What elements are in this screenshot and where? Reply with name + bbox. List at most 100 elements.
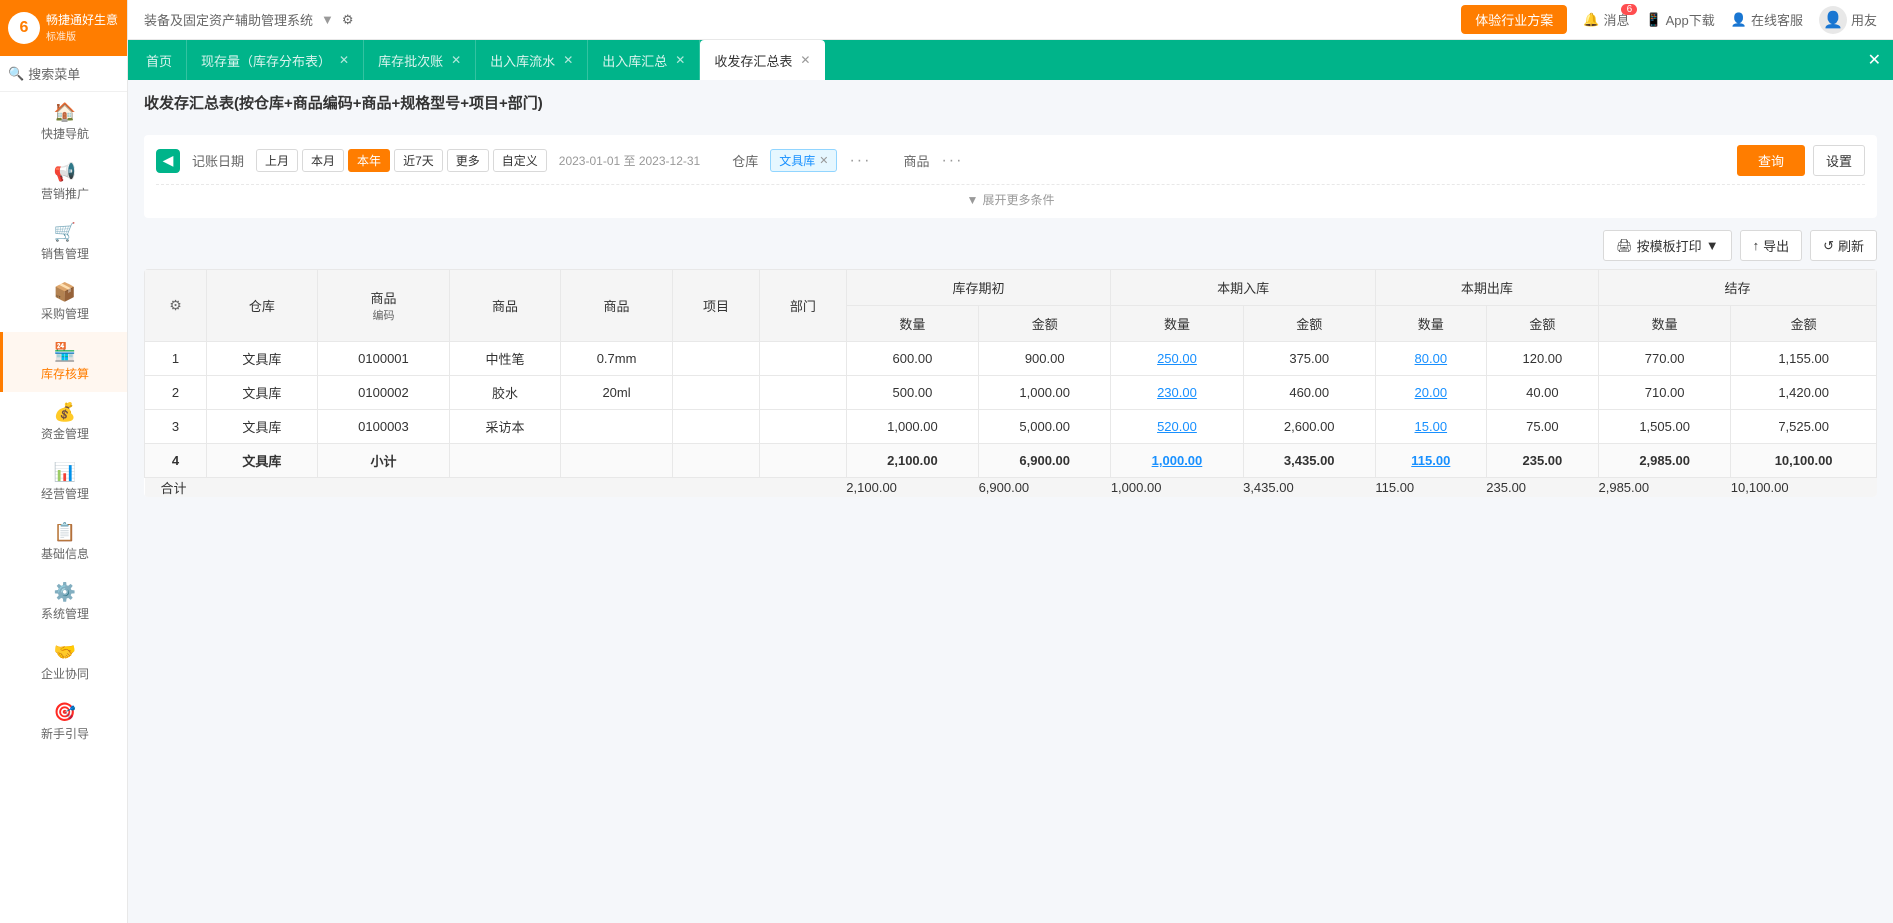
col-header-in-amt: 金额 [1243,306,1375,342]
user-label: 用友 [1851,10,1877,29]
row-open-amt: 5,000.00 [979,410,1111,444]
row-out-qty[interactable]: 15.00 [1375,410,1486,444]
printer-icon: 🖨 [1616,238,1633,254]
expand-label: 展开更多条件 [982,191,1054,208]
download-label: App下载 [1666,10,1715,29]
table-settings-icon[interactable]: ⚙ [169,297,182,313]
basic-icon: 📋 [54,522,76,543]
col-header-in: 本期入库 [1111,270,1376,306]
sidebar-item-inventory[interactable]: 🏪 库存核算 [0,332,127,392]
tab-close-icon[interactable]: ✕ [451,53,461,67]
export-label: 导出 [1763,236,1789,255]
filter-collapse-btn[interactable]: ◀ [156,149,180,173]
tab-flow[interactable]: 出入库流水 ✕ [476,40,588,80]
download-btn[interactable]: 📱 App下载 [1645,10,1714,29]
goods-more-dots[interactable]: ··· [941,152,963,170]
row-close-amt: 1,420.00 [1731,376,1877,410]
date-btn-custom[interactable]: 自定义 [493,149,547,172]
tab-summary[interactable]: 出入库汇总 ✕ [588,40,700,80]
total-out-qty: 115.00 [1375,478,1486,498]
total-in-amt: 3,435.00 [1243,478,1375,498]
toolbar: 🖨 按模板打印 ▼ ↑ 导出 ↺ 刷新 [144,230,1877,261]
experience-btn[interactable]: 体验行业方案 [1461,5,1567,34]
sidebar-item-system[interactable]: ⚙️ 系统管理 [0,572,127,632]
tab-home[interactable]: 首页 [132,40,187,80]
print-label: 按模板打印 [1637,236,1702,255]
settings-btn[interactable]: 设置 [1813,145,1865,176]
col-header-project: 项目 [673,270,760,342]
refresh-label: 刷新 [1838,236,1864,255]
tab-stock[interactable]: 现存量（库存分布表） ✕ [187,40,364,80]
bell-icon: 🔔 [1583,12,1599,28]
sidebar-item-guide[interactable]: 🎯 新手引导 [0,692,127,752]
tab-close-icon[interactable]: ✕ [563,53,573,67]
page-content: 收发存汇总表(按仓库+商品编码+商品+规格型号+项目+部门) ◀ 记账日期 上月… [128,80,1893,923]
tab-label: 库存批次账 [378,51,443,70]
row-in-qty[interactable]: 250.00 [1111,342,1243,376]
row-warehouse: 文具库 [206,410,317,444]
query-btn[interactable]: 查询 [1737,145,1805,176]
user-btn[interactable]: 👤 用友 [1819,6,1877,34]
refresh-btn[interactable]: ↺ 刷新 [1810,230,1877,261]
sidebar-item-quick[interactable]: 🏠 快捷导航 [0,92,127,152]
tab-close-icon[interactable]: ✕ [800,53,810,67]
notice-btn[interactable]: 🔔 消息 6 [1583,10,1629,29]
date-filter-label: 记账日期 [192,151,244,170]
row-no: 1 [145,342,207,376]
sidebar-item-purchase[interactable]: 📦 采购管理 [0,272,127,332]
phone-icon: 📱 [1645,12,1661,28]
tab-bar-close-icon[interactable]: ✕ [1860,50,1889,70]
row-spec [560,410,672,444]
export-btn[interactable]: ↑ 导出 [1740,230,1803,261]
sidebar-item-label: 营销推广 [41,185,89,202]
sidebar-item-label: 系统管理 [41,605,89,622]
search-menu[interactable]: 🔍 搜索菜单 [0,56,127,92]
tab-close-icon[interactable]: ✕ [675,53,685,67]
sidebar-item-marketing[interactable]: 📢 营销推广 [0,152,127,212]
date-btn-this-year[interactable]: 本年 [348,149,390,172]
col-header-settings[interactable]: ⚙ [145,270,207,342]
row-in-qty[interactable]: 230.00 [1111,376,1243,410]
row-out-qty[interactable]: 80.00 [1375,342,1486,376]
sidebar-item-operation[interactable]: 📊 经营管理 [0,452,127,512]
row-out-amt: 120.00 [1486,342,1598,376]
row-open-amt: 1,000.00 [979,376,1111,410]
sidebar-item-finance[interactable]: 💰 资金管理 [0,392,127,452]
warehouse-more-dots[interactable]: ··· [849,152,871,170]
sub-out-qty[interactable]: 115.00 [1375,444,1486,478]
sidebar-item-basic[interactable]: 📋 基础信息 [0,512,127,572]
purchase-icon: 📦 [54,282,76,303]
row-in-qty[interactable]: 520.00 [1111,410,1243,444]
export-icon: ↑ [1753,238,1760,253]
sidebar-item-label: 库存核算 [41,365,89,382]
quick-icon: 🏠 [54,102,76,123]
row-name: 胶水 [450,376,561,410]
sidebar-item-sales[interactable]: 🛒 销售管理 [0,212,127,272]
date-btn-this-month[interactable]: 本月 [302,149,344,172]
row-close-amt: 1,155.00 [1731,342,1877,376]
tab-close-icon[interactable]: ✕ [339,53,349,67]
col-header-spec: 商品 [560,270,672,342]
sub-close-amt: 10,100.00 [1731,444,1877,478]
sub-out-amt: 235.00 [1486,444,1598,478]
total-close-qty: 2,985.00 [1599,478,1731,498]
date-btn-more[interactable]: 更多 [447,149,489,172]
sub-in-qty[interactable]: 1,000.00 [1111,444,1243,478]
expand-more-btn[interactable]: ▼ 展开更多条件 [156,184,1865,208]
print-btn[interactable]: 🖨 按模板打印 ▼ [1603,230,1731,261]
app-name: 畅捷通好生意 [46,13,118,29]
date-btn-last-month[interactable]: 上月 [256,149,298,172]
row-warehouse: 文具库 [206,376,317,410]
date-btn-7days[interactable]: 近7天 [394,149,443,172]
service-btn[interactable]: 👤 在线客服 [1731,10,1803,29]
row-in-amt: 2,600.00 [1243,410,1375,444]
page-title: 收发存汇总表(按仓库+商品编码+商品+规格型号+项目+部门) [144,92,543,113]
row-out-qty[interactable]: 20.00 [1375,376,1486,410]
settings-gear-icon[interactable]: ⚙ [342,12,354,28]
sidebar-item-enterprise[interactable]: 🤝 企业协同 [0,632,127,692]
app-sub: 标准版 [46,28,118,43]
tab-collection[interactable]: 收发存汇总表 ✕ [700,40,825,80]
row-code: 0100003 [317,410,449,444]
warehouse-tag-close[interactable]: ✕ [819,154,828,167]
tab-batch[interactable]: 库存批次账 ✕ [364,40,476,80]
